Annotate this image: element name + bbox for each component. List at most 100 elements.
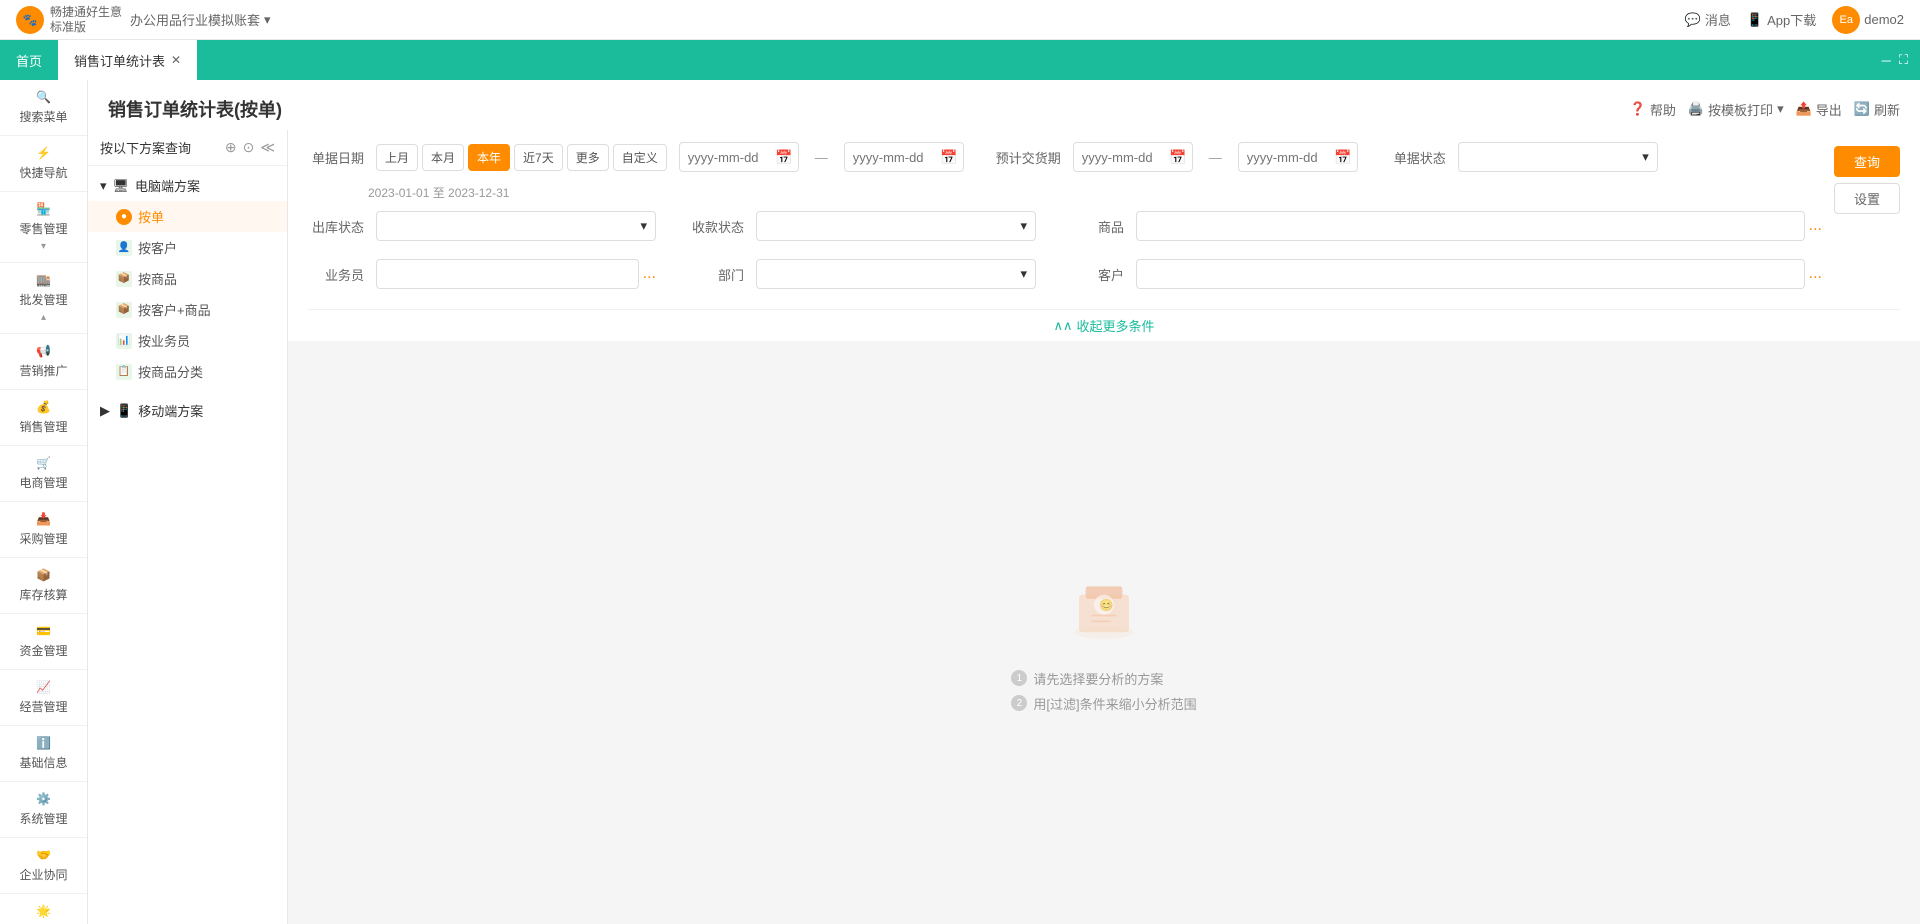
empty-tips: 1 请先选择要分析的方案 2 用[过滤]条件来缩小分析范围 [1011, 669, 1196, 713]
marketing-icon: 📢 [36, 344, 51, 358]
collapse-filter-btn[interactable]: ∧∧ 收起更多条件 [308, 309, 1900, 341]
filter-section: 单据日期 上月 本月 本年 近7天 更多 自定义 [288, 130, 1920, 341]
expected-start-input[interactable] [1073, 142, 1193, 172]
scheme-by-product[interactable]: 📦 按商品 [88, 263, 287, 294]
settings-button[interactable]: 设置 [1834, 183, 1900, 214]
scheme-customer-icon: 👤 [116, 240, 132, 256]
message-icon: 💬 [1685, 12, 1701, 28]
scheme-by-customer-product[interactable]: 📦 按客户+商品 [88, 294, 287, 325]
scheme-by-category[interactable]: 📋 按商品分类 [88, 356, 287, 387]
expand-icon[interactable]: ⛶ [1899, 52, 1908, 68]
payment-status-select[interactable]: ▾ [756, 211, 1036, 241]
chevron-icon: ▾ [41, 241, 46, 252]
help-icon: ❓ [1630, 101, 1646, 117]
wholesale-icon: 🏬 [36, 273, 51, 287]
sidebar-item-search[interactable]: 🔍 搜索菜单 [0, 80, 87, 136]
tab-home[interactable]: 首页 [0, 40, 58, 80]
date-filter-group: 上月 本月 本年 近7天 更多 自定义 [376, 144, 667, 171]
scheme-cust-prod-icon: 📦 [116, 302, 132, 318]
refresh-btn[interactable]: 🔄 刷新 [1854, 100, 1900, 119]
expand-mobile-icon: ▶ [100, 403, 110, 419]
customer-input[interactable] [1136, 259, 1805, 289]
basic-icon: ℹ️ [36, 736, 51, 750]
sidebar-item-basic[interactable]: ℹ️ 基础信息 [0, 726, 87, 782]
chevron-down-icon: ▾ [1020, 266, 1027, 282]
department-select[interactable]: ▾ [756, 259, 1036, 289]
sidebar-item-wholesale[interactable]: 🏬 批发管理 ▴ [0, 263, 87, 334]
sidebar-item-operations[interactable]: 📈 经营管理 [0, 670, 87, 726]
chevron-up-icon: ▴ [41, 312, 46, 323]
desktop-group-header[interactable]: ▾ 🖥 电脑端方案 [88, 170, 287, 201]
filter-row-2: 出库状态 ▾ 收款状态 ▾ 商品 [308, 211, 1822, 241]
sidebar-item-marketing[interactable]: 📢 营销推广 [0, 334, 87, 390]
empty-illustration: 😊 [1054, 553, 1154, 653]
avatar: Ea [1832, 6, 1860, 34]
date-end-input[interactable] [844, 142, 964, 172]
user-area[interactable]: Ea demo2 [1832, 6, 1904, 34]
logo-area: 🐾 畅捷通好生意 标准版 [16, 5, 122, 34]
sidebar-item-ecommerce[interactable]: 🛒 电商管理 [0, 446, 87, 502]
sidebar-item-sales[interactable]: 💰 销售管理 [0, 390, 87, 446]
salesperson-more-btn[interactable]: ... [643, 265, 656, 283]
product-more-btn[interactable]: ... [1809, 217, 1822, 235]
scheme-sales-icon: 📊 [116, 333, 132, 349]
search-icon: 🔍 [36, 90, 51, 104]
tab-close-icon[interactable]: ✕ [171, 53, 181, 67]
app-download-btn[interactable]: 📱 App下载 [1747, 10, 1816, 29]
top-header: 🐾 畅捷通好生意 标准版 办公用品行业模拟账套 ▾ 💬 消息 📱 App下载 E… [0, 0, 1920, 40]
message-btn[interactable]: 💬 消息 [1685, 10, 1731, 29]
minimize-icon[interactable]: ─ [1882, 53, 1891, 68]
nav-dropdown[interactable]: 办公用品行业模拟账套 ▾ [130, 10, 271, 29]
product-input[interactable] [1136, 211, 1805, 241]
settings-scheme-icon[interactable]: ⊙ [243, 139, 255, 156]
sidebar-item-newbie[interactable]: 🌟 新手引导 [0, 894, 87, 924]
print-dropdown-icon: ▾ [1777, 101, 1784, 117]
scheme-by-salesperson[interactable]: 📊 按业务员 [88, 325, 287, 356]
quick-nav-icon: ⚡ [36, 146, 51, 160]
btn-this-month[interactable]: 本月 [422, 144, 464, 171]
product-label: 商品 [1068, 217, 1124, 236]
sidebar-item-finance[interactable]: 💳 资金管理 [0, 614, 87, 670]
chevron-down-icon: ▾ [640, 218, 647, 234]
query-btns: 查询 设置 [1834, 146, 1900, 214]
sidebar-item-quick-nav[interactable]: ⚡ 快捷导航 [0, 136, 87, 192]
header-left: 🐾 畅捷通好生意 标准版 办公用品行业模拟账套 ▾ [16, 5, 271, 34]
sidebar-item-purchase[interactable]: 📥 采购管理 [0, 502, 87, 558]
salesperson-label: 业务员 [308, 265, 364, 284]
btn-last-month[interactable]: 上月 [376, 144, 418, 171]
scheme-cat-icon: 📋 [116, 364, 132, 380]
sidebar-item-corp[interactable]: 🤝 企业协同 [0, 838, 87, 894]
delivery-status-select[interactable]: ▾ [376, 211, 656, 241]
empty-state: 😊 1 请先选择要分析的方案 2 用[过滤]条件来缩小分析范围 [288, 341, 1920, 924]
empty-tip-1: 1 请先选择要分析的方案 [1011, 669, 1196, 688]
collapse-panel-icon[interactable]: ≪ [260, 139, 275, 156]
sidebar-item-system[interactable]: ⚙️ 系统管理 [0, 782, 87, 838]
help-btn[interactable]: ❓ 帮助 [1630, 100, 1676, 119]
purchase-icon: 📥 [36, 512, 51, 526]
date-separator: — [811, 150, 832, 165]
btn-custom[interactable]: 自定义 [613, 144, 667, 171]
salesperson-input[interactable] [376, 259, 639, 289]
sidebar-item-retail[interactable]: 🏪 零售管理 ▾ [0, 192, 87, 263]
header-right: 💬 消息 📱 App下载 Ea demo2 [1685, 6, 1904, 34]
page-actions: ❓ 帮助 🖨️ 按模板打印 ▾ 📤 导出 🔄 刷新 [1630, 100, 1900, 119]
mobile-group-header[interactable]: ▶ 📱 移动端方案 [88, 395, 287, 426]
btn-this-year[interactable]: 本年 [468, 144, 510, 171]
btn-last-7[interactable]: 近7天 [514, 144, 563, 171]
print-btn[interactable]: 🖨️ 按模板打印 ▾ [1688, 100, 1784, 119]
btn-more[interactable]: 更多 [567, 144, 609, 171]
export-btn[interactable]: 📤 导出 [1796, 100, 1842, 119]
add-scheme-icon[interactable]: ⊕ [225, 139, 237, 156]
expected-end-input[interactable] [1238, 142, 1358, 172]
scheme-by-order[interactable]: ● 按单 [88, 201, 287, 232]
scheme-by-customer[interactable]: 👤 按客户 [88, 232, 287, 263]
sidebar-item-inventory[interactable]: 📦 库存核算 [0, 558, 87, 614]
query-button[interactable]: 查询 [1834, 146, 1900, 177]
mobile-scheme-group: ▶ 📱 移动端方案 [88, 391, 287, 430]
date-start-input[interactable] [679, 142, 799, 172]
print-icon: 🖨️ [1688, 101, 1704, 117]
doc-date-label: 单据日期 [308, 148, 364, 167]
doc-status-select[interactable]: ▾ [1458, 142, 1658, 172]
tab-sales-order-stat[interactable]: 销售订单统计表 ✕ [58, 40, 197, 80]
customer-more-btn[interactable]: ... [1809, 265, 1822, 283]
